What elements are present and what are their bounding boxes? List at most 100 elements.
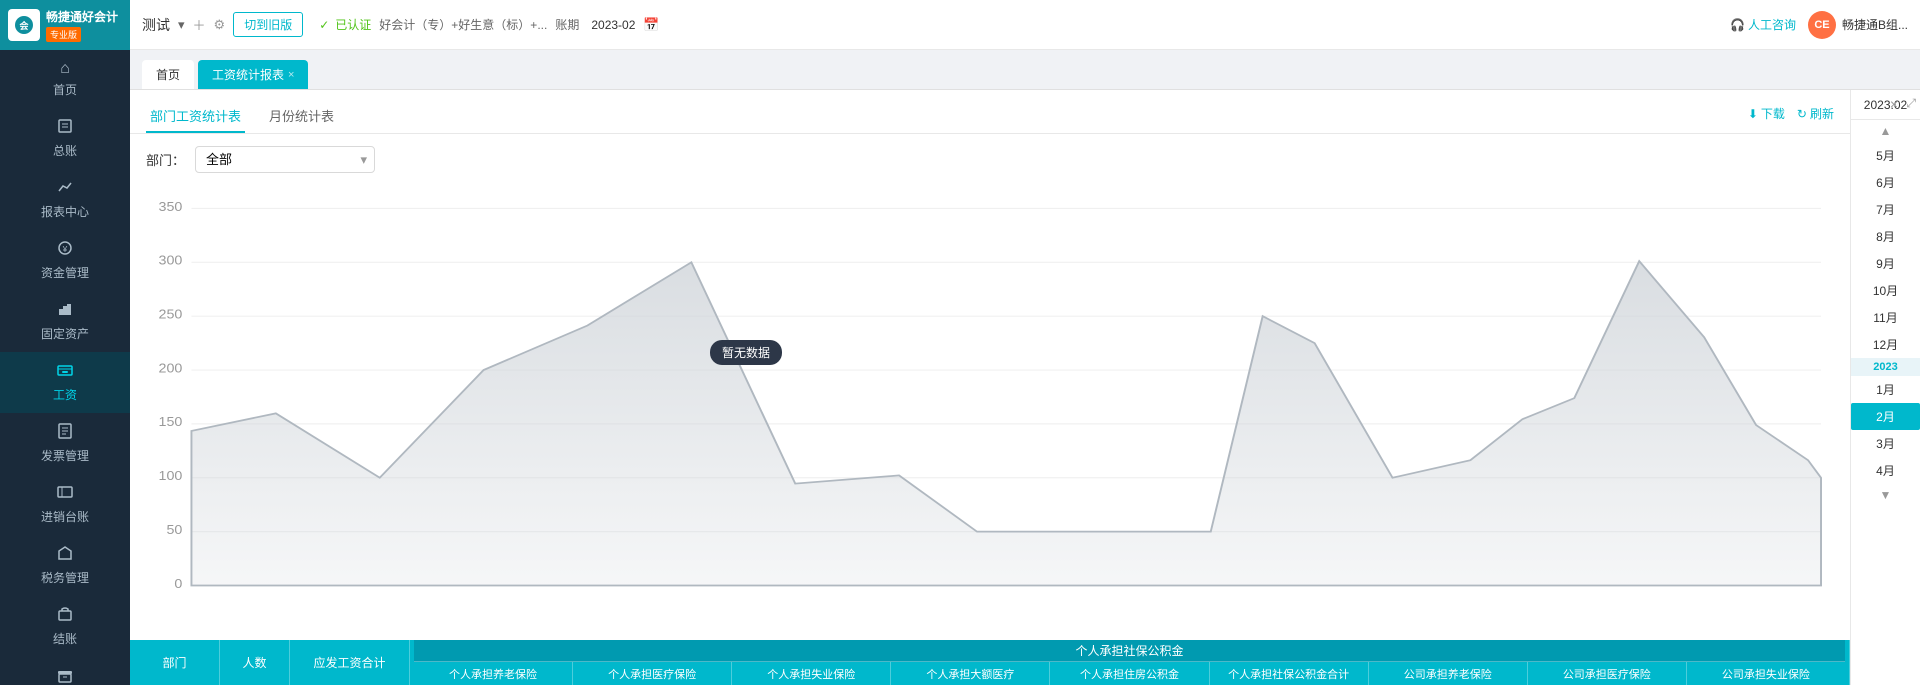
sidebar-nav: ⌂ 首页 总账 报表中心 ¥ 资金管理 固定资产 — [0, 50, 130, 685]
logo-icon: 会 — [8, 9, 40, 41]
month-item-11[interactable]: 11月 — [1851, 304, 1920, 331]
subcol-company-pension-label: 公司承担养老保险 — [1404, 666, 1492, 682]
subcol-company-unemployment: 公司承担失业保险 — [1687, 662, 1845, 685]
tab-salary-report[interactable]: 工资统计报表 × — [198, 60, 308, 89]
month-item-2023-1[interactable]: 1月 — [1851, 376, 1920, 403]
tab-home[interactable]: 首页 — [142, 60, 194, 89]
month-item-5[interactable]: 5月 — [1851, 142, 1920, 169]
switch-btn[interactable]: 切到旧版 — [233, 12, 303, 37]
sidebar-item-home[interactable]: ⌂ 首页 — [0, 50, 130, 108]
service-btn[interactable]: 🎧 人工咨询 — [1730, 16, 1796, 33]
dept-select-wrapper: 全部 ▾ — [195, 146, 375, 173]
archive-icon — [57, 667, 73, 685]
user-name: 畅捷通B组... — [1842, 16, 1908, 33]
subtab-dept[interactable]: 部门工资统计表 — [146, 100, 245, 133]
month-item-8[interactable]: 8月 — [1851, 223, 1920, 250]
month-item-2023-4[interactable]: 4月 — [1851, 457, 1920, 484]
subcol-company-medical-label: 公司承担医疗保险 — [1563, 666, 1651, 682]
sidebar-item-funds[interactable]: ¥ 资金管理 — [0, 230, 130, 291]
tax-icon — [57, 545, 73, 566]
col-dept: 部门 — [130, 640, 220, 685]
col-total-salary-label: 应发工资合计 — [313, 654, 385, 671]
month-item-6[interactable]: 6月 — [1851, 169, 1920, 196]
tab-home-label: 首页 — [156, 66, 180, 83]
user-btn[interactable]: CE 畅捷通B组... — [1808, 11, 1908, 39]
subcol-total-personal-label: 个人承担社保公积金合计 — [1228, 666, 1349, 682]
service-label: 人工咨询 — [1748, 16, 1796, 33]
col-count-label: 人数 — [242, 654, 266, 671]
sidebar-item-home-label: 首页 — [53, 81, 77, 98]
y-label-0: 0 — [174, 576, 182, 590]
main-area: 测试 ▾ ＋ ⚙ 切到旧版 ✓ 已认证 好会计（专）+好生意（标）+... 账期… — [130, 0, 1920, 685]
topbar: 测试 ▾ ＋ ⚙ 切到旧版 ✓ 已认证 好会计（专）+好生意（标）+... 账期… — [130, 0, 1920, 50]
filter-label: 部门： — [146, 150, 185, 169]
month-item-7[interactable]: 7月 — [1851, 196, 1920, 223]
group-sub-personal: 个人承担养老保险 个人承担医疗保险 个人承担失业保险 个人承担大额医疗 个人承担 — [414, 662, 1845, 685]
sidebar-item-reports[interactable]: 报表中心 — [0, 169, 130, 230]
y-label-300: 300 — [159, 253, 183, 267]
svg-text:会: 会 — [19, 20, 29, 31]
logo-text-block: 畅捷通好会计 专业版 — [46, 8, 118, 42]
topbar-title: 测试 — [142, 15, 170, 35]
status-text: 已认证 — [335, 16, 371, 33]
topbar-period-label: 账期 — [555, 16, 579, 33]
topbar-add-icon[interactable]: ＋ — [193, 15, 206, 34]
y-label-250: 250 — [159, 307, 183, 321]
subcol-pension: 个人承担养老保险 — [414, 662, 573, 685]
sales-icon — [57, 484, 73, 505]
download-icon: ⬇ — [1748, 107, 1758, 121]
tabbar: 首页 工资统计报表 × — [130, 50, 1920, 90]
dept-select[interactable]: 全部 — [195, 146, 375, 173]
close-period-icon — [57, 606, 73, 627]
month-item-10[interactable]: 10月 — [1851, 277, 1920, 304]
col-dept-label: 部门 — [162, 654, 186, 671]
tab-close-icon[interactable]: × — [288, 69, 294, 81]
sidebar-item-tax-label: 税务管理 — [41, 569, 89, 586]
sidebar-item-tax[interactable]: 税务管理 — [0, 535, 130, 596]
scroll-down-btn[interactable]: ▼ — [1851, 484, 1920, 506]
y-label-200: 200 — [159, 361, 183, 375]
sidebar-item-salary-label: 工资 — [53, 386, 77, 403]
side-panel: 2023.02 × ⤢ ▲ 5月 6月 7月 8月 9月 10月 11月 12月… — [1850, 90, 1920, 685]
y-label-350: 350 — [159, 199, 183, 213]
month-item-9[interactable]: 9月 — [1851, 250, 1920, 277]
month-item-12[interactable]: 12月 — [1851, 331, 1920, 358]
sidebar-item-close[interactable]: 结账 — [0, 596, 130, 657]
panel-close-icon[interactable]: × — [1890, 96, 1898, 112]
download-btn[interactable]: ⬇ 下载 — [1748, 105, 1785, 122]
calendar-icon[interactable]: 📅 — [643, 17, 659, 33]
topbar-settings-icon[interactable]: ⚙ — [214, 17, 226, 33]
sidebar-item-sales[interactable]: 进销台账 — [0, 474, 130, 535]
sidebar-item-archive[interactable]: 归档管理 — [0, 657, 130, 685]
side-panel-top: 2023.02 × ⤢ — [1851, 90, 1920, 120]
content-main: 部门工资统计表 月份统计表 ⬇ 下载 ↻ 刷新 — [130, 90, 1850, 685]
col-count: 人数 — [220, 640, 290, 685]
subtab-monthly[interactable]: 月份统计表 — [265, 100, 338, 133]
scroll-up-btn[interactable]: ▲ — [1851, 120, 1920, 142]
panel-expand-icon[interactable]: ⤢ — [1906, 96, 1916, 111]
subtab-dept-label: 部门工资统计表 — [150, 109, 241, 124]
col-total-salary: 应发工资合计 — [290, 640, 410, 685]
subcol-pension-label: 个人承担养老保险 — [449, 666, 537, 682]
y-label-150: 150 — [159, 415, 183, 429]
sidebar-item-salary[interactable]: 工资 — [0, 352, 130, 413]
y-label-100: 100 — [159, 469, 183, 483]
sidebar-item-close-label: 结账 — [53, 630, 77, 647]
topbar-status: ✓ 已认证 — [319, 16, 371, 33]
subcol-company-pension: 公司承担养老保险 — [1369, 662, 1528, 685]
topbar-period: 2023-02 — [591, 18, 635, 32]
subcol-company-medical: 公司承担医疗保险 — [1528, 662, 1687, 685]
subtab-bar: 部门工资统计表 月份统计表 ⬇ 下载 ↻ 刷新 — [130, 90, 1850, 134]
group-header-personal-label: 个人承担社保公积金 — [1075, 642, 1183, 659]
logo-badge: 专业版 — [46, 27, 81, 42]
sidebar-item-ledger[interactable]: 总账 — [0, 108, 130, 169]
sidebar-item-assets[interactable]: 固定资产 — [0, 291, 130, 352]
assets-icon — [57, 301, 73, 322]
sidebar-item-ledger-label: 总账 — [53, 142, 77, 159]
month-item-2023-2[interactable]: 2月 — [1851, 403, 1920, 430]
ledger-icon — [57, 118, 73, 139]
sidebar-item-invoice[interactable]: 发票管理 — [0, 413, 130, 474]
refresh-btn[interactable]: ↻ 刷新 — [1797, 105, 1834, 122]
month-item-2023-3[interactable]: 3月 — [1851, 430, 1920, 457]
topbar-dropdown-icon[interactable]: ▾ — [178, 17, 185, 33]
